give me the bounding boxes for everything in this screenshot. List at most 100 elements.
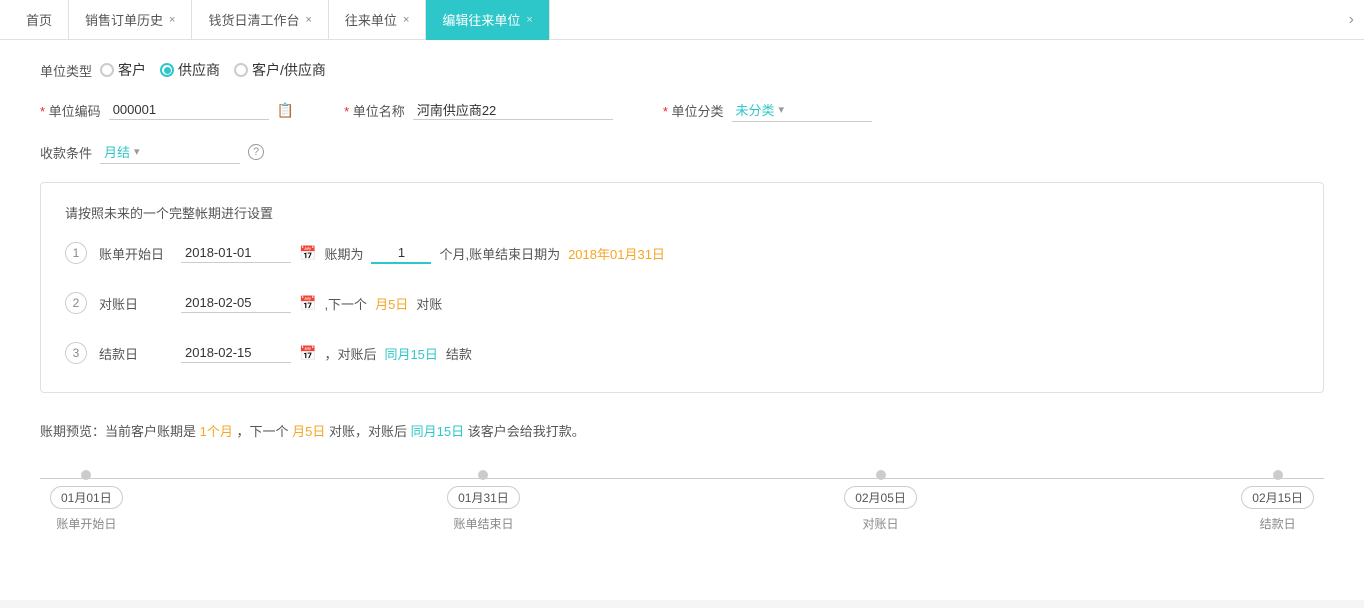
radio-circle-supplier	[160, 63, 174, 77]
main-content: 单位类型 客户 供应商 客户/供应商 单位编码 📋	[0, 40, 1364, 600]
preview-bar: 账期预览：当前客户账期是 1个月 ，下一个 月5日 对账，对账后 同月15日 该…	[40, 409, 1324, 460]
step-2-suffix-post: 对账	[416, 294, 442, 313]
step-1-period-label: 账期为	[324, 244, 363, 263]
step-1-period-end: 2018年01月31日	[568, 244, 665, 263]
node-dot-1	[478, 470, 488, 480]
tab-edit-partner[interactable]: 编辑往来单位 ×	[426, 0, 549, 40]
preview-hl2: 月5日	[292, 424, 325, 439]
timeline-node-3: 02月15日 结款日	[1241, 470, 1314, 532]
payment-terms-row: 收款条件 月结 ▾ ?	[40, 140, 1324, 164]
step-2-row: 2 对账日 📅 ,下一个 月5日 对账	[65, 292, 1299, 314]
step-1-label: 账单开始日	[99, 244, 169, 263]
preview-hl1: 1个月	[200, 424, 233, 439]
unit-category-dropdown[interactable]: 未分类 ▾	[732, 98, 872, 122]
radio-supplier-label: 供应商	[178, 60, 220, 80]
node-badge-0: 01月01日	[50, 486, 123, 509]
card-title: 请按照未来的一个完整帐期进行设置	[65, 203, 1299, 222]
unit-info-row: 单位编码 📋 单位名称 单位分类 未分类 ▾	[40, 98, 1324, 122]
payment-terms-help-icon[interactable]: ?	[248, 144, 264, 160]
preview-middle2: 对账，对账后	[329, 424, 407, 439]
payment-terms-label: 收款条件	[40, 143, 92, 162]
node-dot-0	[81, 470, 91, 480]
node-label-3: 结款日	[1260, 515, 1296, 532]
step-3-date-input[interactable]	[181, 343, 291, 363]
unit-category-label: 单位分类	[663, 101, 724, 120]
payment-terms-value: 月结	[104, 142, 130, 161]
radio-both-label: 客户/供应商	[252, 60, 326, 80]
unit-code-icon[interactable]: 📋	[277, 102, 294, 119]
close-tab-daily-work[interactable]: ×	[305, 14, 311, 26]
preview-middle1: ，下一个	[237, 424, 289, 439]
payment-terms-chevron-icon: ▾	[134, 145, 140, 158]
unit-name-field: 单位名称	[344, 100, 613, 120]
step-2-calendar-icon[interactable]: 📅	[299, 295, 316, 312]
unit-type-label: 单位类型	[40, 61, 92, 80]
radio-both[interactable]: 客户/供应商	[234, 60, 326, 80]
unit-code-field: 单位编码 📋	[40, 100, 294, 120]
step-3-label: 结款日	[99, 344, 169, 363]
timeline-node-2: 02月05日 对账日	[844, 470, 917, 532]
step-1-row: 1 账单开始日 📅 账期为 个月,账单结束日期为 2018年01月31日	[65, 242, 1299, 264]
step-3-row: 3 结款日 📅 ，对账后 同月15日 结款	[65, 342, 1299, 364]
step-3-suffix-highlight: 同月15日	[384, 344, 437, 363]
node-label-2: 对账日	[863, 515, 899, 532]
preview-suffix: 该客户会给我打款。	[468, 424, 585, 439]
timeline: 01月01日 账单开始日 01月31日 账单结束日 02月05日 对账日 02月…	[40, 460, 1324, 562]
radio-customer-label: 客户	[118, 60, 146, 80]
node-label-0: 账单开始日	[56, 515, 116, 532]
unit-category-value: 未分类	[736, 100, 775, 119]
preview-prefix: 账期预览：当前客户账期是	[40, 424, 196, 439]
step-3-calendar-icon[interactable]: 📅	[299, 345, 316, 362]
step-3-suffix-pre: ，对账后	[324, 344, 376, 363]
radio-supplier[interactable]: 供应商	[160, 60, 220, 80]
close-tab-partners[interactable]: ×	[403, 14, 409, 26]
step-1-period-unit: 个月,账单结束日期为	[439, 244, 560, 263]
node-badge-2: 02月05日	[844, 486, 917, 509]
tab-sales-history[interactable]: 销售订单历史 ×	[69, 0, 192, 40]
close-tab-edit-partner[interactable]: ×	[526, 14, 532, 26]
step-1-date-input[interactable]	[181, 243, 291, 263]
step-2-inputs: 📅 ,下一个 月5日 对账	[181, 293, 442, 313]
radio-circle-customer	[100, 63, 114, 77]
close-tab-sales-history[interactable]: ×	[169, 14, 175, 26]
unit-code-label: 单位编码	[40, 101, 101, 120]
timeline-nodes: 01月01日 账单开始日 01月31日 账单结束日 02月05日 对账日 02月…	[40, 470, 1324, 532]
payment-terms-dropdown[interactable]: 月结 ▾	[100, 140, 240, 164]
unit-type-row: 单位类型 客户 供应商 客户/供应商	[40, 60, 1324, 80]
radio-customer[interactable]: 客户	[100, 60, 146, 80]
node-badge-3: 02月15日	[1241, 486, 1314, 509]
node-badge-1: 01月31日	[447, 486, 520, 509]
radio-circle-both	[234, 63, 248, 77]
unit-category-field: 单位分类 未分类 ▾	[663, 98, 872, 122]
tab-home[interactable]: 首页	[10, 0, 69, 40]
step-1-period-input[interactable]	[371, 243, 431, 264]
timeline-node-0: 01月01日 账单开始日	[50, 470, 123, 532]
unit-type-field: 单位类型 客户 供应商 客户/供应商	[40, 60, 326, 80]
billing-period-card: 请按照未来的一个完整帐期进行设置 1 账单开始日 📅 账期为 个月,账单结束日期…	[40, 182, 1324, 393]
step-3-suffix-post: 结款	[446, 344, 472, 363]
step-2-suffix-pre: ,下一个	[324, 294, 367, 313]
step-2-suffix-highlight: 月5日	[375, 294, 408, 313]
tab-partners[interactable]: 往来单位 ×	[329, 0, 426, 40]
payment-terms-field: 收款条件 月结 ▾ ?	[40, 140, 264, 164]
unit-name-input[interactable]	[413, 100, 613, 120]
step-2-label: 对账日	[99, 294, 169, 313]
tab-daily-work[interactable]: 钱货日清工作台 ×	[192, 0, 328, 40]
unit-category-chevron-icon: ▾	[779, 103, 785, 116]
unit-type-radio-group: 客户 供应商 客户/供应商	[100, 60, 326, 80]
node-label-1: 账单结束日	[453, 515, 513, 532]
step-1-number: 1	[65, 242, 87, 264]
node-dot-2	[876, 470, 886, 480]
timeline-node-1: 01月31日 账单结束日	[447, 470, 520, 532]
tabs-bar: 首页 销售订单历史 × 钱货日清工作台 × 往来单位 × 编辑往来单位 × ›	[0, 0, 1364, 40]
step-1-calendar-icon[interactable]: 📅	[299, 245, 316, 262]
tabs-scroll-right-icon[interactable]: ›	[1349, 11, 1354, 29]
preview-hl3: 同月15日	[411, 424, 464, 439]
unit-code-input[interactable]	[109, 100, 269, 120]
node-dot-3	[1273, 470, 1283, 480]
step-3-number: 3	[65, 342, 87, 364]
step-3-inputs: 📅 ，对账后 同月15日 结款	[181, 343, 472, 363]
unit-name-label: 单位名称	[344, 101, 405, 120]
step-2-date-input[interactable]	[181, 293, 291, 313]
step-2-number: 2	[65, 292, 87, 314]
